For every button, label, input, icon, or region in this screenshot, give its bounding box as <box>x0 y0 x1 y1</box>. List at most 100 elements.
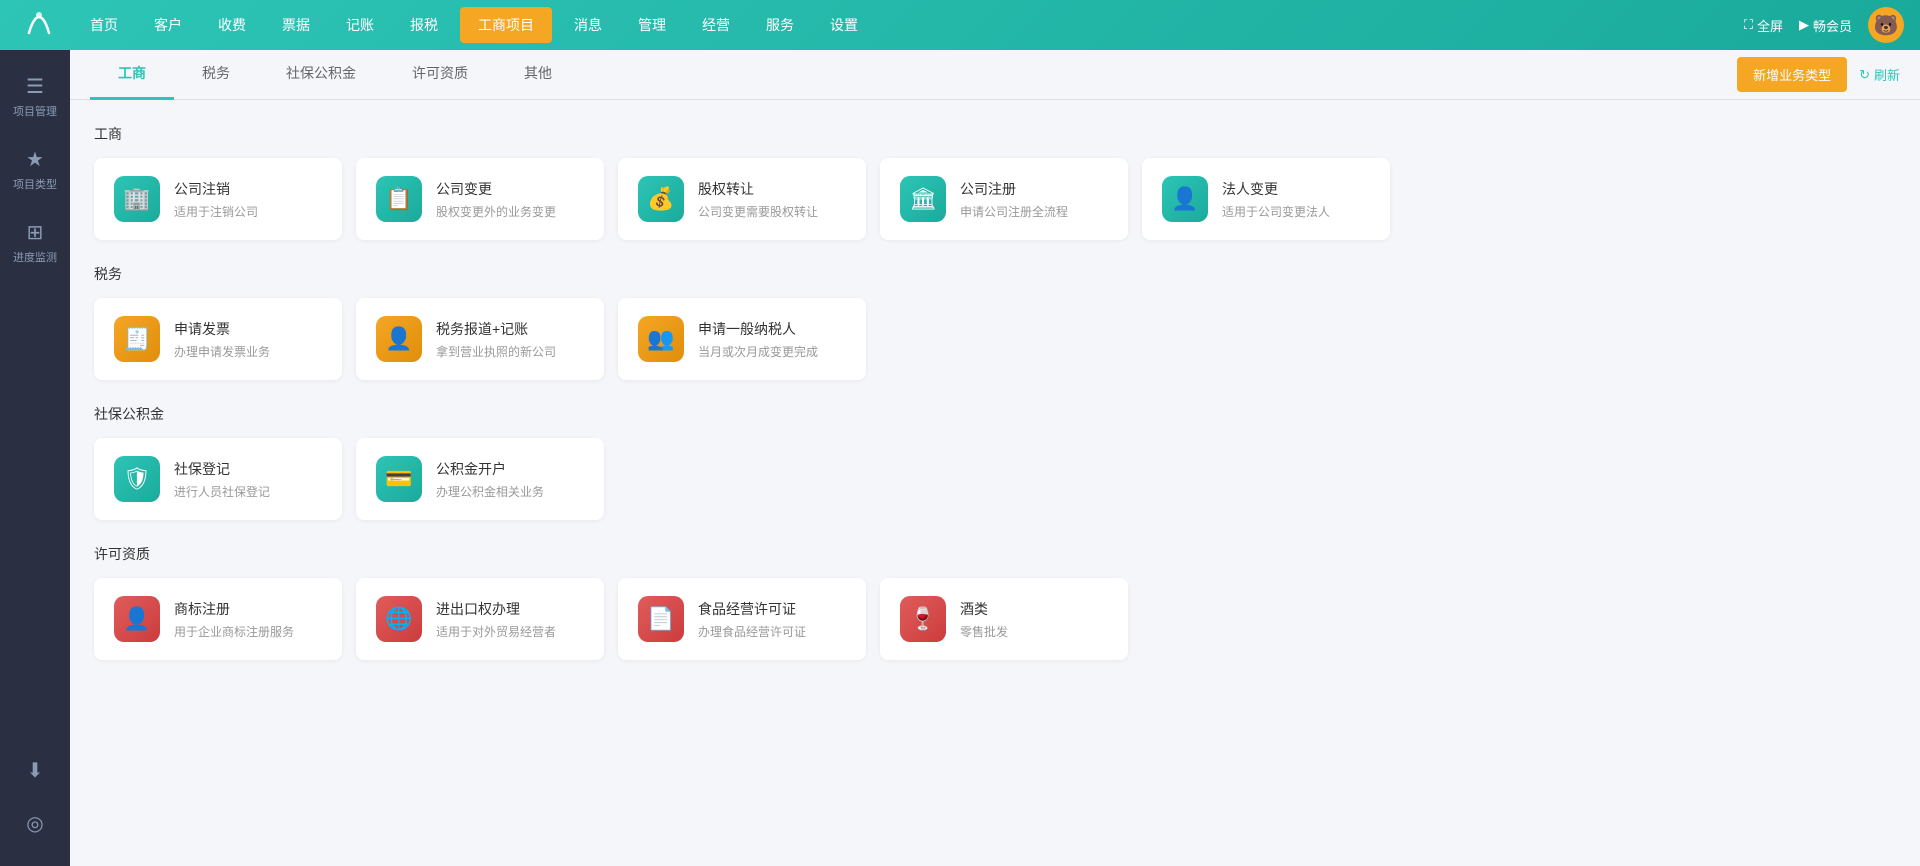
section-title-shebao: 社保公积金 <box>94 404 1896 424</box>
card-icon-food-license: 📄 <box>638 596 684 642</box>
sidebar-item-project-management[interactable]: ☰ 项目管理 <box>0 60 70 133</box>
card-name-food-license: 食品经营许可证 <box>698 599 806 619</box>
card-desc-social-insurance: 进行人员社保登记 <box>174 483 270 500</box>
section-title-xuke: 许可资质 <box>94 544 1896 564</box>
tab-xuke[interactable]: 许可资质 <box>384 50 496 100</box>
card-content-trademark: 商标注册 用于企业商标注册服务 <box>174 599 294 640</box>
card-desc-company-change: 股权变更外的业务变更 <box>436 203 556 220</box>
card-name-import-export: 进出口权办理 <box>436 599 556 619</box>
nav-bills[interactable]: 票据 <box>264 0 328 50</box>
card-desc-food-license: 办理食品经营许可证 <box>698 623 806 640</box>
card-content-alcohol: 酒类 零售批发 <box>960 599 1008 640</box>
card-content-tax-bookkeeping: 税务报道+记账 拿到营业执照的新公司 <box>436 319 556 360</box>
nav-home[interactable]: 首页 <box>72 0 136 50</box>
card-invoice-apply[interactable]: 🧾 申请发票 办理申请发票业务 <box>94 298 342 380</box>
card-name-trademark: 商标注册 <box>174 599 294 619</box>
card-desc-equity-transfer: 公司变更需要股权转让 <box>698 203 818 220</box>
card-import-export[interactable]: 🌐 进出口权办理 适用于对外贸易经营者 <box>356 578 604 660</box>
member-button[interactable]: ▶ 畅会员 <box>1799 16 1852 35</box>
card-name-social-insurance: 社保登记 <box>174 459 270 479</box>
project-type-icon: ★ <box>26 147 44 172</box>
cards-shebao: 🛡 社保登记 进行人员社保登记 💳 公积金开户 办理公积金相关业务 <box>94 438 1896 520</box>
nav-tax[interactable]: 报税 <box>392 0 456 50</box>
tab-actions: 新增业务类型 ↻ 刷新 <box>1737 57 1900 92</box>
tab-other[interactable]: 其他 <box>496 50 580 100</box>
add-business-type-button[interactable]: 新增业务类型 <box>1737 57 1847 92</box>
card-content-general-taxpayer: 申请一般纳税人 当月或次月成变更完成 <box>698 319 818 360</box>
fullscreen-button[interactable]: ⛶ 全屏 <box>1744 16 1783 35</box>
nav-customer[interactable]: 客户 <box>136 0 200 50</box>
card-desc-tax-bookkeeping: 拿到营业执照的新公司 <box>436 343 556 360</box>
card-icon-social-insurance: 🛡 <box>114 456 160 502</box>
scroll-area[interactable]: 工商 🏢 公司注销 适用于注销公司 📋 公司变更 股权变更外的业务变更 <box>70 100 1920 866</box>
user-avatar[interactable]: 🐻 <box>1868 7 1904 43</box>
card-name-provident-fund: 公积金开户 <box>436 459 544 479</box>
card-content-import-export: 进出口权办理 适用于对外贸易经营者 <box>436 599 556 640</box>
nav-message[interactable]: 消息 <box>556 0 620 50</box>
card-name-alcohol: 酒类 <box>960 599 1008 619</box>
card-content-social-insurance: 社保登记 进行人员社保登记 <box>174 459 270 500</box>
card-general-taxpayer[interactable]: 👥 申请一般纳税人 当月或次月成变更完成 <box>618 298 866 380</box>
card-desc-invoice-apply: 办理申请发票业务 <box>174 343 270 360</box>
sidebar-item-project-type[interactable]: ★ 项目类型 <box>0 133 70 206</box>
card-icon-invoice-apply: 🧾 <box>114 316 160 362</box>
download-icon: ⬇ <box>27 758 44 783</box>
card-icon-company-register: 🏛 <box>900 176 946 222</box>
tab-list: 工商 税务 社保公积金 许可资质 其他 <box>90 50 1737 100</box>
tab-shuiwu[interactable]: 税务 <box>174 50 258 100</box>
card-icon-legal-change: 👤 <box>1162 176 1208 222</box>
nav-bookkeeping[interactable]: 记账 <box>328 0 392 50</box>
card-content-company-cancel: 公司注销 适用于注销公司 <box>174 179 258 220</box>
member-label: 畅会员 <box>1813 16 1852 35</box>
card-equity-transfer[interactable]: 💰 股权转让 公司变更需要股权转让 <box>618 158 866 240</box>
tab-shebao[interactable]: 社保公积金 <box>258 50 384 100</box>
card-content-legal-change: 法人变更 适用于公司变更法人 <box>1222 179 1330 220</box>
sidebar-bottom: ⬇ ◎ <box>0 744 70 866</box>
card-content-equity-transfer: 股权转让 公司变更需要股权转让 <box>698 179 818 220</box>
nav-operation[interactable]: 经营 <box>684 0 748 50</box>
card-food-license[interactable]: 📄 食品经营许可证 办理食品经营许可证 <box>618 578 866 660</box>
sidebar-download[interactable]: ⬇ <box>0 744 70 797</box>
sidebar-item-progress-monitor[interactable]: ⊞ 进度监测 <box>0 206 70 279</box>
nav-items: 首页 客户 收费 票据 记账 报税 工商项目 消息 管理 经营 服务 设置 <box>72 0 1744 50</box>
card-content-company-change: 公司变更 股权变更外的业务变更 <box>436 179 556 220</box>
card-company-cancel[interactable]: 🏢 公司注销 适用于注销公司 <box>94 158 342 240</box>
card-company-register[interactable]: 🏛 公司注册 申请公司注册全流程 <box>880 158 1128 240</box>
card-icon-tax-bookkeeping: 👤 <box>376 316 422 362</box>
card-desc-company-cancel: 适用于注销公司 <box>174 203 258 220</box>
sidebar-label-progress-monitor: 进度监测 <box>13 249 57 265</box>
card-desc-import-export: 适用于对外贸易经营者 <box>436 623 556 640</box>
content-area: 工商 税务 社保公积金 许可资质 其他 新增业务类型 ↻ 刷新 工商 🏢 <box>70 50 1920 866</box>
card-name-company-change: 公司变更 <box>436 179 556 199</box>
card-trademark[interactable]: 👤 商标注册 用于企业商标注册服务 <box>94 578 342 660</box>
fullscreen-label: 全屏 <box>1757 16 1783 35</box>
section-title-shuiwu: 税务 <box>94 264 1896 284</box>
refresh-button[interactable]: ↻ 刷新 <box>1859 65 1900 84</box>
member-icon: ▶ <box>1799 17 1809 33</box>
card-legal-change[interactable]: 👤 法人变更 适用于公司变更法人 <box>1142 158 1390 240</box>
card-icon-company-change: 📋 <box>376 176 422 222</box>
card-icon-import-export: 🌐 <box>376 596 422 642</box>
nav-management[interactable]: 管理 <box>620 0 684 50</box>
card-name-tax-bookkeeping: 税务报道+记账 <box>436 319 556 339</box>
nav-business[interactable]: 工商项目 <box>460 7 552 43</box>
card-social-insurance[interactable]: 🛡 社保登记 进行人员社保登记 <box>94 438 342 520</box>
card-tax-bookkeeping[interactable]: 👤 税务报道+记账 拿到营业执照的新公司 <box>356 298 604 380</box>
sidebar-location[interactable]: ◎ <box>0 797 70 850</box>
refresh-label: 刷新 <box>1874 65 1900 84</box>
card-provident-fund[interactable]: 💳 公积金开户 办理公积金相关业务 <box>356 438 604 520</box>
nav-settings[interactable]: 设置 <box>812 0 876 50</box>
main-layout: ☰ 项目管理 ★ 项目类型 ⊞ 进度监测 ⬇ ◎ 工商 税务 社保公积金 <box>0 50 1920 866</box>
nav-fees[interactable]: 收费 <box>200 0 264 50</box>
location-icon: ◎ <box>26 811 43 836</box>
nav-service[interactable]: 服务 <box>748 0 812 50</box>
tab-gongshang[interactable]: 工商 <box>90 50 174 100</box>
card-content-food-license: 食品经营许可证 办理食品经营许可证 <box>698 599 806 640</box>
card-company-change[interactable]: 📋 公司变更 股权变更外的业务变更 <box>356 158 604 240</box>
section-title-gongshang: 工商 <box>94 124 1896 144</box>
sidebar-label-project-type: 项目类型 <box>13 176 57 192</box>
sidebar: ☰ 项目管理 ★ 项目类型 ⊞ 进度监测 ⬇ ◎ <box>0 50 70 866</box>
card-icon-trademark: 👤 <box>114 596 160 642</box>
card-alcohol[interactable]: 🍷 酒类 零售批发 <box>880 578 1128 660</box>
card-desc-general-taxpayer: 当月或次月成变更完成 <box>698 343 818 360</box>
